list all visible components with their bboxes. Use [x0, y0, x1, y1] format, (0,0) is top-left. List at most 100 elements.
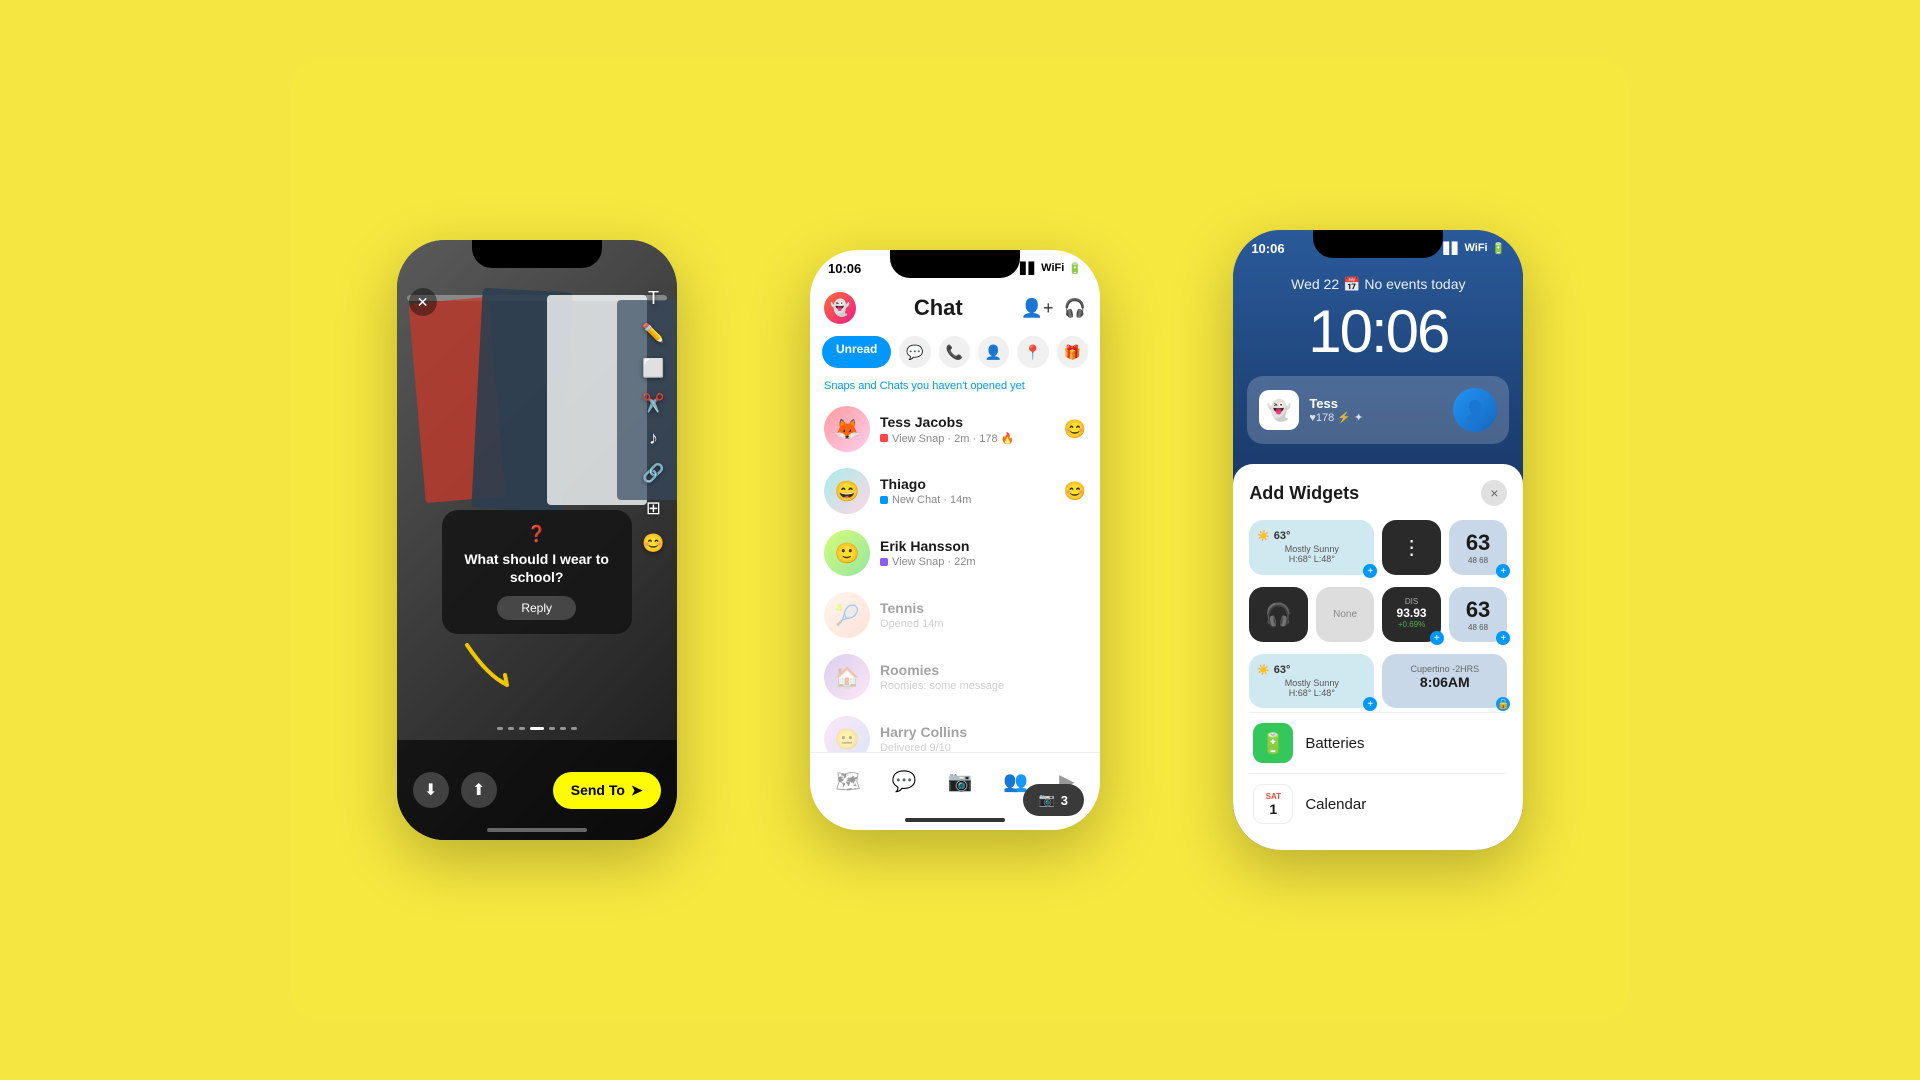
status-time: 10:06	[828, 261, 861, 276]
app-item-calendar[interactable]: SAT 1 Calendar	[1249, 773, 1507, 834]
text-tool-icon[interactable]: T	[648, 288, 659, 309]
chat-emoji-tess: 😊	[1064, 419, 1086, 440]
widget-63-2[interactable]: 63 48 68 +	[1449, 587, 1508, 642]
header-actions: 👤+ 🎧	[1021, 298, 1086, 319]
chat-status-roomies: Roomies: some message	[880, 680, 1004, 692]
user-filter-icon-tab[interactable]: 👤	[978, 336, 1009, 368]
nav-chat-icon[interactable]: 💬	[892, 769, 917, 794]
widget-dots[interactable]: ⋮	[1382, 520, 1441, 575]
chat-status-thiago: New Chat · 14m	[892, 494, 971, 506]
close-button[interactable]: ✕	[409, 288, 437, 316]
widget-range-1: H:68° L:48°	[1257, 554, 1366, 564]
chat-item-thiago[interactable]: 😄 Thiago New Chat · 14m 😊	[810, 460, 1100, 522]
chat-item-tennis[interactable]: 🎾 Tennis Opened 14m	[810, 584, 1100, 646]
reply-button[interactable]: Reply	[497, 596, 576, 620]
emoji-tool-icon[interactable]: 😊	[642, 533, 664, 554]
widget-add-dot-6: 🔒	[1496, 697, 1510, 711]
progress-dots	[397, 727, 677, 730]
chat-title: Chat	[914, 295, 963, 321]
chat-info-roomies: Roomies Roomies: some message	[880, 662, 1086, 692]
phone-filter-icon-tab[interactable]: 📞	[939, 336, 970, 368]
avatar-roomies: 🏠	[824, 654, 870, 700]
gift-filter-icon-tab[interactable]: 🎁	[1057, 336, 1088, 368]
widget-add-dot-4: +	[1496, 631, 1510, 645]
notification-content: Tess ♥178 ⚡ ✦	[1309, 396, 1443, 424]
chat-sub-thiago: New Chat · 14m	[880, 494, 1054, 506]
widget-add-dot-2: +	[1496, 564, 1510, 578]
widget-close-button[interactable]: ×	[1481, 480, 1507, 506]
snapchat-ghost-icon[interactable]: 👻	[824, 292, 856, 324]
chat-name-tennis: Tennis	[880, 600, 1086, 616]
chat-name-tess-jacobs: Tess Jacobs	[880, 414, 1054, 430]
snap-indicator-red	[880, 434, 888, 442]
nav-profile-icon[interactable]: 👥	[1003, 769, 1028, 794]
chat-item-roomies[interactable]: 🏠 Roomies Roomies: some message	[810, 646, 1100, 708]
widget-panel-title: Add Widgets	[1249, 483, 1359, 504]
add-widgets-panel: Add Widgets × ☀️ 63° Mostly Sunny H:68° …	[1233, 464, 1523, 850]
lock-date-text: Wed 22 📅 No events today	[1291, 276, 1465, 292]
widget-clock-cupertino[interactable]: Cupertino -2HRS 8:06AM 🔒	[1382, 654, 1507, 708]
widget-63-1[interactable]: 63 48 68 +	[1449, 520, 1508, 575]
chat-item-erik-hansson[interactable]: 🙂 Erik Hansson View Snap · 22m	[810, 522, 1100, 584]
phone-3-screen: 10:06 ▋▋ WiFi 🔋 Wed 22 📅 No events today…	[1233, 230, 1523, 850]
widget-num-63-2: 63	[1457, 597, 1500, 623]
widget-dis[interactable]: DIS 93.93 +0.69% +	[1382, 587, 1441, 642]
widget-temp-2: 63°	[1274, 664, 1291, 676]
widget-cupertino-label: Cupertino -2HRS	[1390, 664, 1499, 674]
chat-info-thiago: Thiago New Chat · 14m	[880, 476, 1054, 506]
crop-tool-icon[interactable]: ⊞	[646, 498, 661, 519]
widget-num-63-1: 63	[1457, 530, 1500, 556]
widget-weather-2[interactable]: ☀️ 63° Mostly Sunny H:68° L:48° +	[1249, 654, 1374, 708]
unread-filter-tab[interactable]: Unread	[822, 336, 891, 368]
chat-item-tess-jacobs[interactable]: 🦊 Tess Jacobs View Snap · 2m · 178 🔥 😊	[810, 398, 1100, 460]
chat-name-thiago: Thiago	[880, 476, 1054, 492]
bottom-left-actions: ⬇ ⬆	[413, 772, 497, 808]
dot-2	[508, 727, 514, 730]
chat-filter-icon-tab[interactable]: 💬	[899, 336, 930, 368]
home-bar	[905, 818, 1005, 822]
add-friend-icon[interactable]: 👤+	[1021, 298, 1054, 319]
scissors-tool-icon[interactable]: ✂️	[642, 393, 664, 414]
lock-status-time: 10:06	[1251, 241, 1284, 256]
widget-weather-wide[interactable]: ☀️ 63° Mostly Sunny H:68° L:48° +	[1249, 520, 1374, 575]
widget-add-dot-5: +	[1363, 697, 1377, 711]
nav-map-icon[interactable]: 🗺	[835, 769, 860, 794]
widget-headphone[interactable]: 🎧	[1249, 587, 1308, 642]
chat-name-erik-hansson: Erik Hansson	[880, 538, 1086, 554]
avatar-tess-jacobs: 🦊	[824, 406, 870, 452]
widget-63-sub: 48 68	[1457, 556, 1500, 565]
app-item-batteries[interactable]: 🔋 Batteries	[1249, 712, 1507, 773]
dot-1	[497, 727, 503, 730]
phone-3-lock-screen: 10:06 ▋▋ WiFi 🔋 Wed 22 📅 No events today…	[1233, 230, 1523, 850]
music-tool-icon[interactable]: ♪	[649, 428, 658, 449]
headphone-icon[interactable]: 🎧	[1064, 298, 1086, 319]
chat-sub-roomies: Roomies: some message	[880, 680, 1086, 692]
pencil-tool-icon[interactable]: ✏️	[642, 323, 664, 344]
widget-63-2-sub: 48 68	[1457, 623, 1500, 632]
chat-sub-tennis: Opened 14m	[880, 618, 1086, 630]
send-to-label: Send To	[571, 782, 625, 798]
chat-emoji-thiago: 😊	[1064, 481, 1086, 502]
lock-notification-snap[interactable]: 👻 Tess ♥178 ⚡ ✦ 👤	[1247, 376, 1509, 444]
location-filter-icon-tab[interactable]: 📍	[1017, 336, 1048, 368]
widget-dis-label: DIS	[1390, 597, 1433, 606]
phone-2-screen: 10:06 ▋▋ WiFi 🔋 👻 Chat 👤+ 🎧 Unread	[810, 250, 1100, 830]
camera-button[interactable]: 📷 3	[1023, 784, 1084, 816]
avatar-harry-collins: 😐	[824, 716, 870, 752]
status-icons: ▋▋ WiFi 🔋	[1020, 262, 1082, 275]
share-button[interactable]: ⬆	[461, 772, 497, 808]
dot-4-active	[530, 727, 544, 730]
calendar-app-name: Calendar	[1305, 796, 1366, 813]
nav-camera-icon[interactable]: 📷	[948, 769, 973, 794]
link-tool-icon[interactable]: 🔗	[642, 463, 664, 484]
batteries-app-name: Batteries	[1305, 735, 1364, 752]
notification-detail: ♥178 ⚡ ✦	[1309, 411, 1443, 424]
download-button[interactable]: ⬇	[413, 772, 449, 808]
lock-status-icons: ▋▋ WiFi 🔋	[1444, 242, 1506, 255]
send-to-button[interactable]: Send To ➤	[553, 772, 661, 809]
chat-item-harry-collins[interactable]: 😐 Harry Collins Delivered 9/10	[810, 708, 1100, 752]
widget-range-2: H:68° L:48°	[1257, 688, 1366, 698]
widget-none[interactable]: None	[1316, 587, 1375, 642]
lock-no-events: No events today	[1364, 276, 1465, 292]
sticker-tool-icon[interactable]: ⬜	[642, 358, 664, 379]
